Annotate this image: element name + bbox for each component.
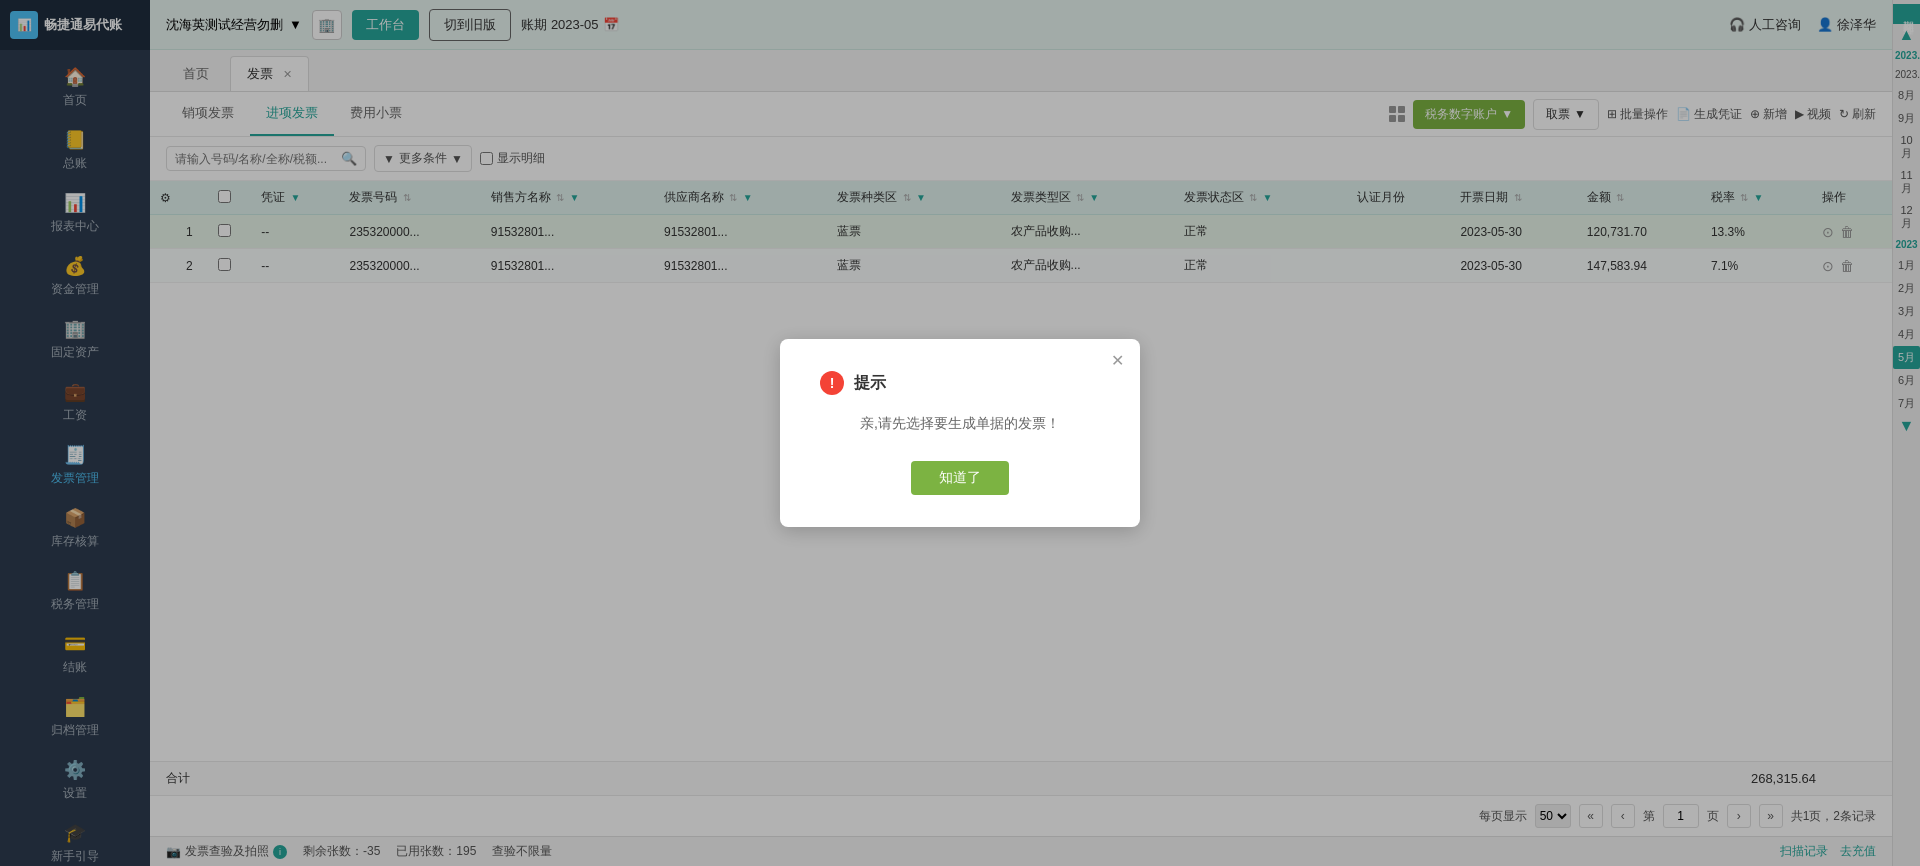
modal-body: 亲,请先选择要生成单据的发票！ (820, 415, 1100, 433)
modal-title-row: ! 提示 (820, 371, 1100, 395)
warning-icon: ! (820, 371, 844, 395)
modal-title: 提示 (854, 373, 886, 394)
confirm-button[interactable]: 知道了 (911, 461, 1009, 495)
prompt-modal: ✕ ! 提示 亲,请先选择要生成单据的发票！ 知道了 (780, 339, 1140, 527)
modal-close-button[interactable]: ✕ (1111, 351, 1124, 370)
modal-overlay[interactable]: ✕ ! 提示 亲,请先选择要生成单据的发票！ 知道了 (0, 0, 1920, 866)
modal-message: 亲,请先选择要生成单据的发票！ (860, 415, 1060, 431)
modal-footer: 知道了 (820, 461, 1100, 495)
